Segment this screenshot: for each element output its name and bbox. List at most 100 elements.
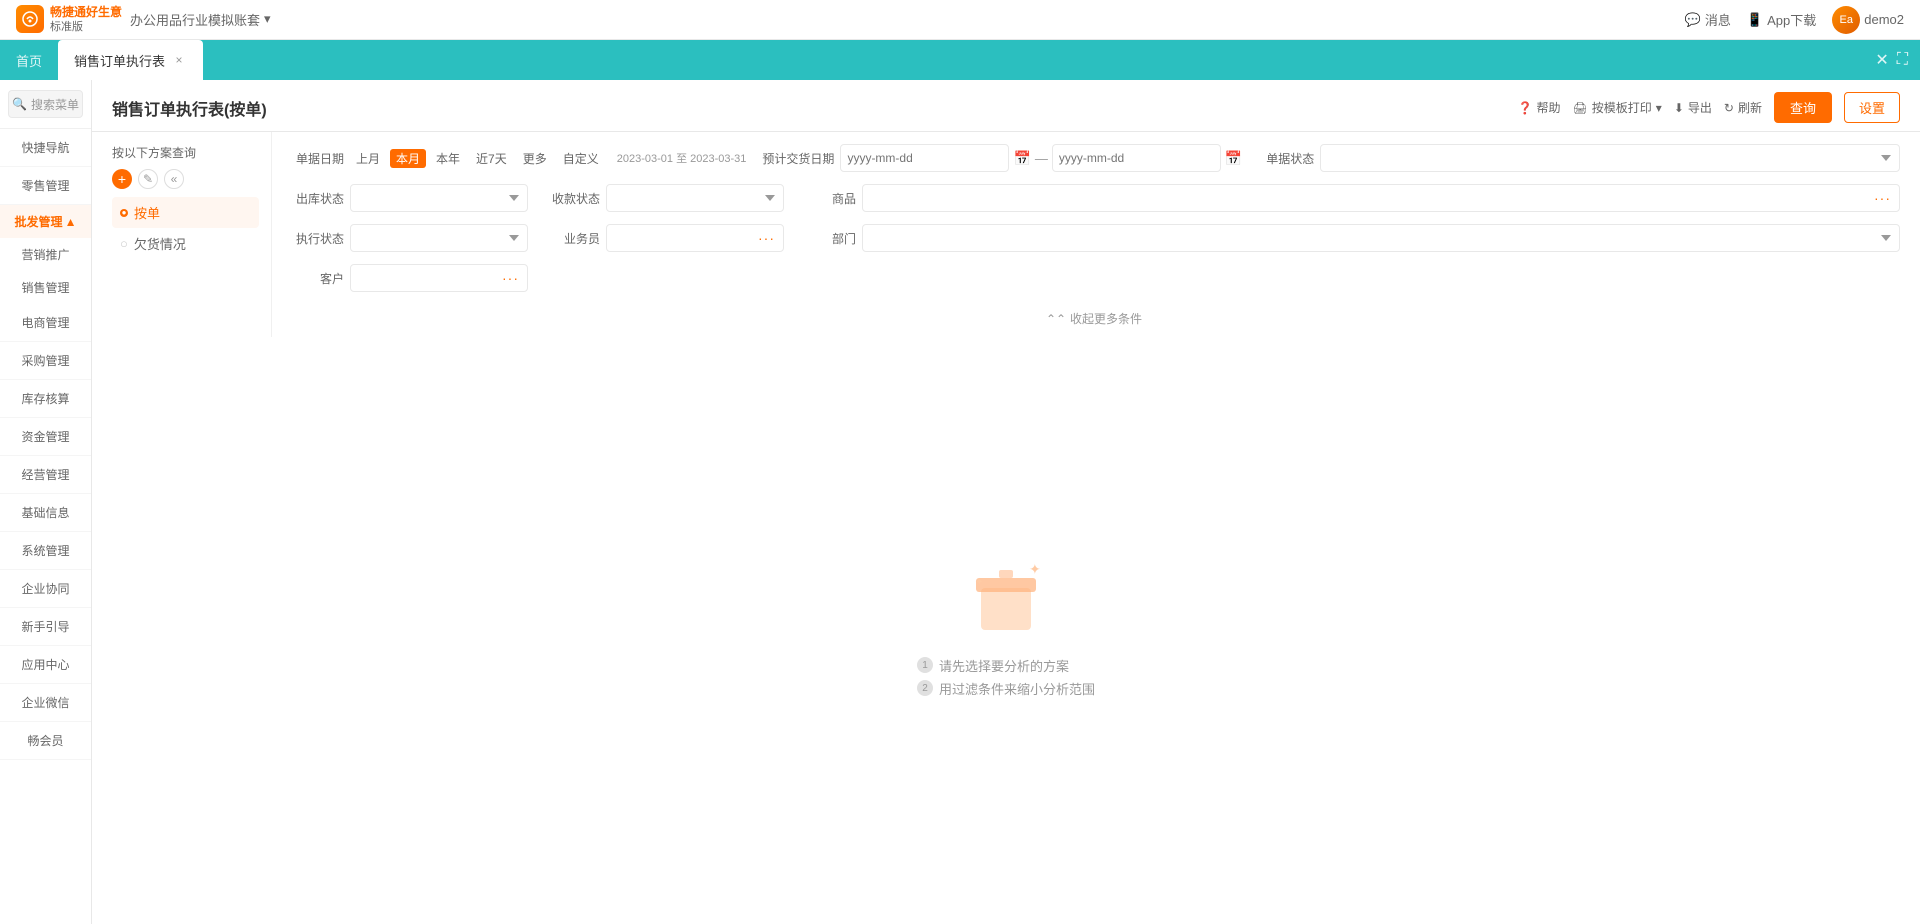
collapse-icon: ⌃⌃: [1046, 312, 1066, 326]
calendar-to-icon[interactable]: 📅: [1225, 150, 1242, 167]
collect-status-select[interactable]: [606, 184, 784, 212]
sidebar-item-finance[interactable]: 资金管理: [0, 418, 91, 456]
sidebar-item-cooperation[interactable]: 企业协同: [0, 570, 91, 608]
active-dot: ●: [120, 209, 128, 217]
collapse-button[interactable]: ⌃⌃ 收起更多条件: [288, 304, 1900, 337]
exec-status-field: 执行状态: [288, 224, 528, 252]
filter-panel: 按以下方案查询 + ✎ « ● 按单 ○ 欠货情况: [92, 132, 1920, 337]
search-menu-button[interactable]: 🔍 搜索菜单: [8, 90, 83, 118]
expand-section-icon: ▲: [65, 215, 77, 229]
date-range-display: 2023-03-01 至 2023-03-31: [617, 150, 747, 166]
goods-picker-icon[interactable]: ···: [1874, 190, 1891, 206]
sidebar-item-label: 零售管理: [4, 177, 87, 194]
sidebar-item-appcenter[interactable]: 应用中心: [0, 646, 91, 684]
refresh-button[interactable]: ↻ 刷新: [1724, 99, 1762, 116]
page-title: 销售订单执行表(按单): [112, 96, 267, 120]
empty-box-svg: ✦ ✦: [961, 560, 1051, 640]
tab-home[interactable]: 首页: [0, 40, 58, 80]
export-button[interactable]: ⬇ 导出: [1674, 99, 1712, 116]
header-right: 💬 消息 📱 App下载 Ea demo2: [1685, 6, 1904, 34]
scheme-order-item[interactable]: ● 按单: [112, 197, 259, 228]
app-download-button[interactable]: 📱 App下载: [1747, 10, 1816, 29]
date-quick-bar: 上月 本月 本年 近7天 更多 自定义: [350, 149, 605, 168]
out-status-select[interactable]: [350, 184, 528, 212]
sidebar-item-marketing[interactable]: 营销推广: [0, 238, 91, 271]
refresh-icon: ↻: [1724, 101, 1734, 115]
expected-date-field: 预计交货日期 📅 — 📅: [762, 144, 1242, 172]
tab-order[interactable]: 销售订单执行表 ×: [58, 40, 203, 80]
query-button[interactable]: 查询: [1774, 92, 1832, 123]
logo-area: 畅捷通好生意 标准版: [16, 5, 122, 35]
filter-fields: 单据日期 上月 本月 本年 近7天 更多 自定义 2023-03-01 至 20…: [272, 132, 1900, 337]
goods-field: 商品 ···: [800, 184, 1900, 212]
chevron-down-icon: ▾: [264, 11, 271, 27]
top-header: 畅捷通好生意 标准版 办公用品行业模拟账套 ▾ 💬 消息 📱 App下载 Ea …: [0, 0, 1920, 40]
sidebar-item-ecommerce[interactable]: 电商管理: [0, 304, 91, 342]
sidebar-item-newguide[interactable]: 新手引导: [0, 608, 91, 646]
print-icon: 🖨: [1573, 101, 1588, 115]
close-window-icon[interactable]: ✕: [1875, 50, 1888, 70]
sidebar-item-system[interactable]: 系统管理: [0, 532, 91, 570]
out-status-field: 出库状态: [288, 184, 528, 212]
date-last7[interactable]: 近7天: [470, 149, 513, 168]
sidebar-section-title: 批发管理 ▲: [4, 213, 87, 230]
scheme-add-button[interactable]: +: [112, 169, 132, 189]
sidebar-item-operations[interactable]: 经营管理: [0, 456, 91, 494]
sidebar-item-retail[interactable]: 零售管理: [0, 167, 91, 205]
print-button[interactable]: 🖨 按模板打印 ▾: [1573, 99, 1662, 116]
filter-row-4: 客户 ···: [288, 264, 1900, 292]
svg-text:✦: ✦: [1029, 561, 1041, 577]
app-selector[interactable]: 办公用品行业模拟账套 ▾: [130, 10, 271, 29]
department-select[interactable]: [862, 224, 1900, 252]
search-icon: 🔍: [12, 97, 27, 111]
sidebar-item-quick[interactable]: 快捷导航: [0, 129, 91, 167]
date-custom[interactable]: 自定义: [557, 149, 605, 168]
settings-button[interactable]: 设置: [1844, 92, 1900, 123]
sidebar-section-wholesale[interactable]: 批发管理 ▲: [0, 205, 91, 238]
doc-status-select[interactable]: [1320, 144, 1900, 172]
salesperson-picker-icon[interactable]: ···: [758, 230, 775, 246]
page-title-row: 销售订单执行表(按单) ❓ 帮助 🖨 按模板打印 ▾ ⬇ 导出: [112, 92, 1900, 123]
scheme-collapse-button[interactable]: «: [164, 169, 184, 189]
expected-date-from[interactable]: [840, 144, 1009, 172]
sidebar-item-inventory[interactable]: 库存核算: [0, 380, 91, 418]
order-tab-label: 销售订单执行表: [74, 51, 165, 70]
scheme-debt-item[interactable]: ○ 欠货情况: [112, 228, 259, 259]
export-icon: ⬇: [1674, 101, 1684, 115]
filter-layout: 按以下方案查询 + ✎ « ● 按单 ○ 欠货情况: [112, 132, 1900, 337]
logo-text: 畅捷通好生意 标准版: [50, 5, 122, 35]
main-layout: 🔍 搜索菜单 快捷导航 零售管理 批发管理 ▲ 营销推广 销售管理 电商管理 采…: [0, 80, 1920, 924]
sidebar-item-member[interactable]: 畅会员: [0, 722, 91, 760]
scheme-edit-button[interactable]: ✎: [138, 169, 158, 189]
user-area[interactable]: Ea demo2: [1832, 6, 1904, 34]
sidebar-item-sales[interactable]: 销售管理: [0, 271, 91, 304]
print-chevron-icon: ▾: [1656, 101, 1662, 115]
salesperson-field: 业务员 ···: [544, 224, 784, 252]
scheme-title: 按以下方案查询: [112, 144, 259, 161]
exec-status-select[interactable]: [350, 224, 528, 252]
tab-close-icon[interactable]: ×: [171, 52, 187, 68]
date-more[interactable]: 更多: [517, 149, 553, 168]
filter-row-2: 出库状态 收款状态 商品: [288, 184, 1900, 212]
help-icon: ❓: [1518, 101, 1533, 115]
sidebar: 🔍 搜索菜单 快捷导航 零售管理 批发管理 ▲ 营销推广 销售管理 电商管理 采…: [0, 80, 92, 924]
sidebar-item-basic[interactable]: 基础信息: [0, 494, 91, 532]
date-this-year[interactable]: 本年: [430, 149, 466, 168]
expand-icon[interactable]: ⛶: [1897, 51, 1908, 69]
expected-date-to[interactable]: [1052, 144, 1221, 172]
avatar: Ea: [1832, 6, 1860, 34]
sidebar-item-corpwechat[interactable]: 企业微信: [0, 684, 91, 722]
calendar-from-icon[interactable]: 📅: [1013, 150, 1030, 167]
date-this-month[interactable]: 本月: [390, 149, 426, 168]
customer-picker-icon[interactable]: ···: [502, 270, 519, 286]
page-header-actions: ❓ 帮助 🖨 按模板打印 ▾ ⬇ 导出 ↻ 刷新: [1518, 92, 1900, 123]
page-header: 销售订单执行表(按单) ❓ 帮助 🖨 按模板打印 ▾ ⬇ 导出: [92, 80, 1920, 132]
date-field: 单据日期 上月 本月 本年 近7天 更多 自定义 2023-03-01 至 20…: [288, 149, 746, 168]
empty-hints: 1 请先选择要分析的方案 2 用过滤条件来缩小分析范围: [917, 656, 1095, 702]
sidebar-item-purchase[interactable]: 采购管理: [0, 342, 91, 380]
date-last-month[interactable]: 上月: [350, 149, 386, 168]
message-button[interactable]: 💬 消息: [1685, 10, 1731, 29]
help-button[interactable]: ❓ 帮助: [1518, 99, 1561, 116]
filter-scheme-panel: 按以下方案查询 + ✎ « ● 按单 ○ 欠货情况: [112, 132, 272, 337]
sidebar-item-label: 快捷导航: [4, 139, 87, 156]
